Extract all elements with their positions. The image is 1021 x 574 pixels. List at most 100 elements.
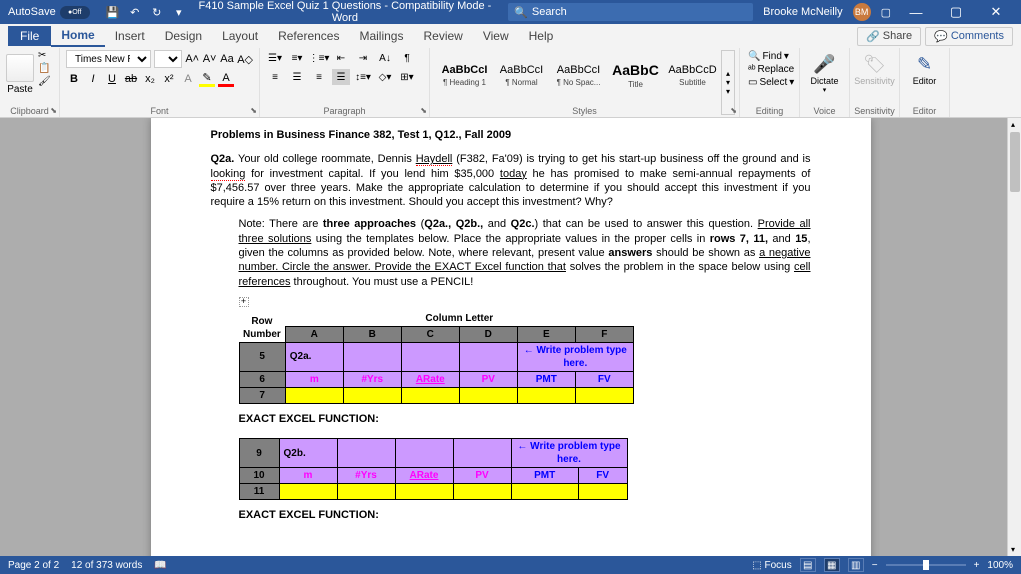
read-mode-icon[interactable]: ▤ <box>800 558 816 572</box>
col-A: A <box>285 326 343 342</box>
styles-expand-icon[interactable]: ▾ <box>722 87 734 96</box>
numbering-button[interactable]: ≡▾ <box>288 50 306 66</box>
align-center-button[interactable]: ☰ <box>288 69 306 85</box>
minimize-button[interactable]: — <box>901 5 931 20</box>
redo-icon[interactable]: ↻ <box>150 5 164 19</box>
grow-font-button[interactable]: A˄ <box>185 51 199 67</box>
dictate-label[interactable]: Dictate <box>810 76 838 86</box>
menu-references[interactable]: References <box>268 26 349 46</box>
styles-launcher-icon[interactable]: ⬊ <box>730 106 737 115</box>
undo-icon[interactable]: ↶ <box>128 5 142 19</box>
shrink-font-button[interactable]: A˅ <box>202 51 216 67</box>
sensitivity-icon[interactable]: 🏷 <box>863 52 887 76</box>
subscript-button[interactable]: x₂ <box>142 71 158 87</box>
bullets-button[interactable]: ☰▾ <box>266 50 284 66</box>
cut-icon[interactable]: ✂ <box>38 50 51 61</box>
search-box[interactable]: 🔍 Search <box>508 3 753 21</box>
style-heading1[interactable]: AaBbCcI¶ Heading 1 <box>436 50 493 100</box>
vertical-scrollbar[interactable]: ▴ ▾ <box>1007 118 1021 556</box>
focus-mode[interactable]: ⬚ Focus <box>752 560 791 571</box>
proofing-icon[interactable]: 📖 <box>154 560 166 571</box>
close-button[interactable]: ✕ <box>981 4 1011 20</box>
zoom-out-icon[interactable]: − <box>872 560 878 571</box>
style-normal[interactable]: AaBbCcI¶ Normal <box>493 50 550 100</box>
borders-button[interactable]: ⊞▾ <box>398 69 416 85</box>
menu-layout[interactable]: Layout <box>212 26 268 46</box>
bold-button[interactable]: B <box>66 71 82 87</box>
row-5: 5 <box>239 342 285 371</box>
menu-help[interactable]: Help <box>519 26 564 46</box>
highlight-button[interactable]: ✎ <box>199 71 215 87</box>
autosave-state[interactable]: ● Off <box>60 6 90 19</box>
scroll-up-icon[interactable]: ▴ <box>1011 120 1015 129</box>
scroll-thumb[interactable] <box>1010 132 1020 192</box>
word-count[interactable]: 12 of 373 words <box>71 560 142 571</box>
align-right-button[interactable]: ≡ <box>310 69 328 85</box>
save-icon[interactable]: 💾 <box>106 5 120 19</box>
align-left-button[interactable]: ≡ <box>266 69 284 85</box>
qat-dropdown-icon[interactable]: ▾ <box>172 5 186 19</box>
menu-review[interactable]: Review <box>413 26 472 46</box>
line-spacing-button[interactable]: ↕≡▾ <box>354 69 372 85</box>
menu-file[interactable]: File <box>8 26 51 46</box>
paste-button[interactable]: Paste <box>6 50 34 95</box>
style-subtitle[interactable]: AaBbCcDSubtitle <box>664 50 721 100</box>
menu-mailings[interactable]: Mailings <box>349 26 413 46</box>
menu-design[interactable]: Design <box>155 26 212 46</box>
table-anchor-icon[interactable]: + <box>239 297 249 307</box>
sort-button[interactable]: A↓ <box>376 50 394 66</box>
menu-home[interactable]: Home <box>51 25 104 47</box>
multilevel-button[interactable]: ⋮≡▾ <box>310 50 328 66</box>
superscript-button[interactable]: x² <box>161 71 177 87</box>
show-marks-button[interactable]: ¶ <box>398 50 416 66</box>
maximize-button[interactable]: ▢ <box>941 4 971 20</box>
styles-scroll-down-icon[interactable]: ▾ <box>722 78 734 87</box>
paragraph-launcher-icon[interactable]: ⬊ <box>420 106 427 115</box>
decrease-indent-button[interactable]: ⇤ <box>332 50 350 66</box>
replace-button[interactable]: ᵃᵇReplace <box>746 63 793 76</box>
font-launcher-icon[interactable]: ⬊ <box>250 106 257 115</box>
sensitivity-button[interactable]: Sensitivity <box>854 76 895 86</box>
justify-button[interactable]: ☰ <box>332 69 350 85</box>
font-name-select[interactable]: Times New Rom <box>66 50 151 68</box>
menu-view[interactable]: View <box>473 26 519 46</box>
document-area[interactable]: Problems in Business Finance 382, Test 1… <box>0 118 1021 556</box>
page-indicator[interactable]: Page 2 of 2 <box>8 560 59 571</box>
style-nospacing[interactable]: AaBbCcI¶ No Spac... <box>550 50 607 100</box>
styles-scroll-up-icon[interactable]: ▴ <box>722 69 734 78</box>
document-page[interactable]: Problems in Business Finance 382, Test 1… <box>151 118 871 556</box>
clear-format-button[interactable]: A◇ <box>237 51 253 67</box>
select-button[interactable]: ▭ Select ▾ <box>746 76 793 89</box>
style-title[interactable]: AaBbCTitle <box>607 50 664 100</box>
share-button[interactable]: 🔗 Share <box>857 27 921 46</box>
clipboard-launcher-icon[interactable]: ⬊ <box>50 106 57 115</box>
zoom-slider[interactable] <box>886 564 966 566</box>
increase-indent-button[interactable]: ⇥ <box>354 50 372 66</box>
comments-button[interactable]: 💬 Comments <box>925 27 1013 46</box>
text-effects-button[interactable]: A <box>180 71 196 87</box>
zoom-in-icon[interactable]: + <box>974 560 980 571</box>
scroll-down-icon[interactable]: ▾ <box>1011 545 1015 554</box>
user-name[interactable]: Brooke McNeilly <box>763 6 842 18</box>
autosave-toggle[interactable]: AutoSave ● Off <box>0 6 98 19</box>
strike-button[interactable]: ab <box>123 71 139 87</box>
ribbon-display-icon[interactable]: ▢ <box>881 6 891 19</box>
font-size-select[interactable]: 12 <box>154 50 182 68</box>
shading-button[interactable]: ◇▾ <box>376 69 394 85</box>
print-layout-icon[interactable]: ▦ <box>824 558 840 572</box>
menu-insert[interactable]: Insert <box>105 26 155 46</box>
change-case-button[interactable]: Aa <box>220 51 234 67</box>
dictate-icon[interactable]: 🎤 <box>813 52 837 76</box>
zoom-thumb[interactable] <box>923 560 929 570</box>
italic-button[interactable]: I <box>85 71 101 87</box>
copy-icon[interactable]: 📋 <box>38 63 51 74</box>
zoom-level[interactable]: 100% <box>987 560 1013 571</box>
editor-button[interactable]: Editor <box>913 76 937 86</box>
font-color-button[interactable]: A <box>218 71 234 87</box>
user-avatar[interactable]: BM <box>853 3 871 21</box>
underline-button[interactable]: U <box>104 71 120 87</box>
format-painter-icon[interactable]: 🖌 <box>38 76 51 87</box>
web-layout-icon[interactable]: ▥ <box>848 558 864 572</box>
editor-icon[interactable]: ✎ <box>913 52 937 76</box>
find-button[interactable]: 🔍Find ▾ <box>746 50 793 63</box>
